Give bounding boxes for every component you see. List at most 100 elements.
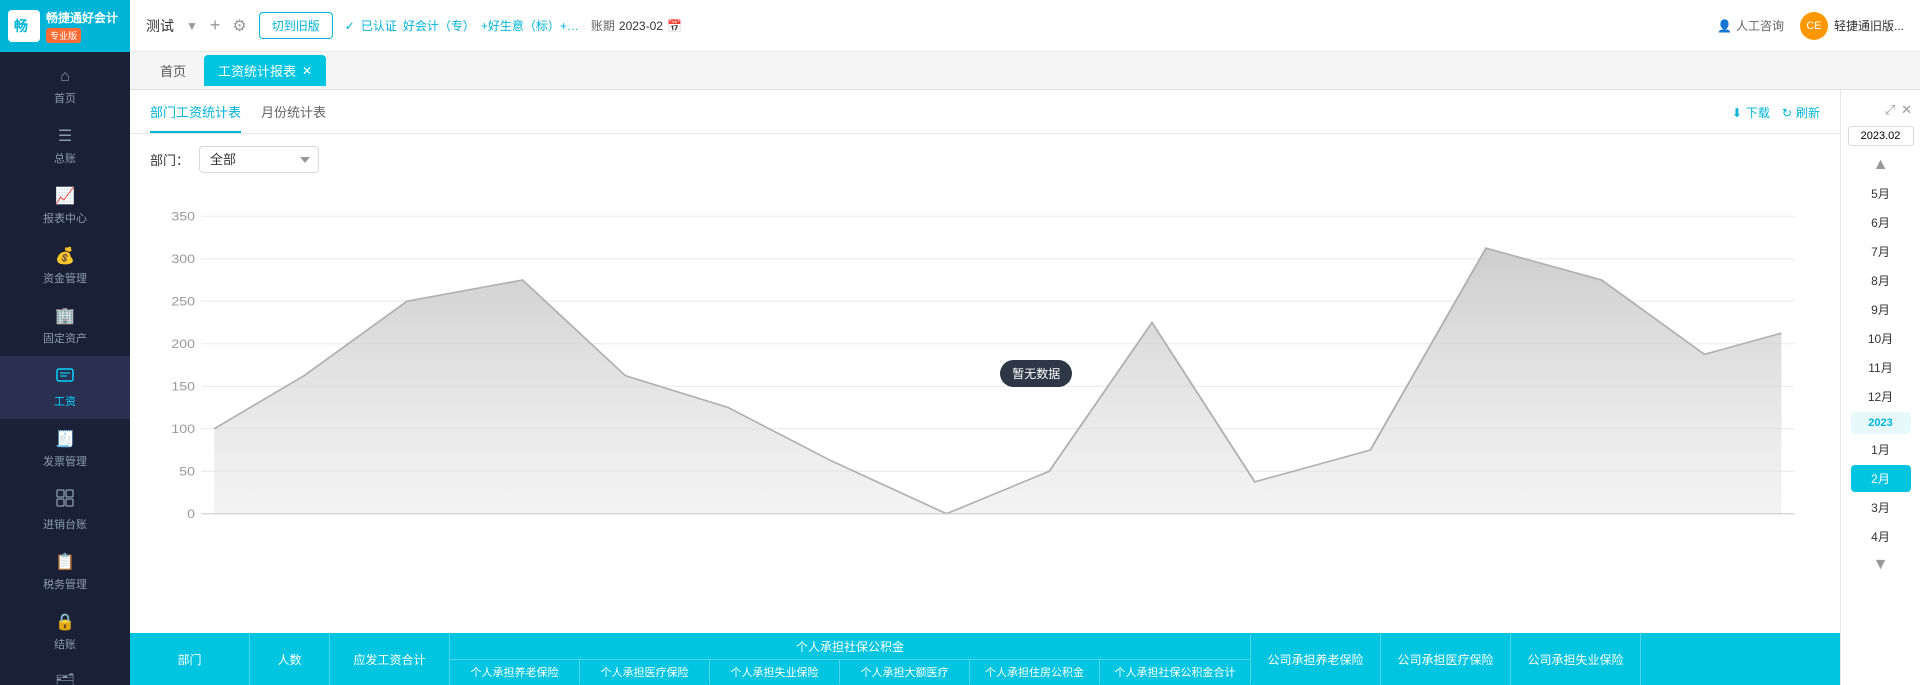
sidebar-item-tax[interactable]: 📋 税务管理 bbox=[0, 542, 130, 602]
user-name: 轻捷通旧版... bbox=[1834, 17, 1904, 34]
month-item[interactable]: 8月 bbox=[1851, 267, 1911, 294]
sidebar-item-label: 报表中心 bbox=[43, 210, 87, 226]
help-label: 人工咨询 bbox=[1736, 17, 1784, 34]
year-label: 2023 bbox=[1851, 412, 1911, 434]
user-menu[interactable]: CE 轻捷通旧版... bbox=[1800, 12, 1904, 40]
subtab-actions: ⬇ 下载 ↻ 刷新 bbox=[1732, 104, 1820, 131]
chart-svg: 350 300 250 200 150 100 50 0 bbox=[150, 195, 1820, 535]
help-icon: 👤 bbox=[1717, 19, 1732, 33]
month-item[interactable]: 3月 bbox=[1851, 494, 1911, 521]
period-label: 账期 bbox=[591, 17, 615, 34]
sidebar-item-fund-management[interactable]: 💰 资金管理 bbox=[0, 236, 130, 296]
panel-controls: ⤢ ✕ bbox=[1841, 98, 1920, 122]
right-panel: ⤢ ✕ ▲ 5月 6月 7月 8月 9月 10月 11月 12月 2023 1月… bbox=[1840, 90, 1920, 685]
sidebar-item-home[interactable]: ⌂ 首页 bbox=[0, 58, 130, 116]
company-dropdown-arrow[interactable]: ▼ bbox=[186, 19, 198, 33]
col-personal-pension: 个人承担养老保险 bbox=[450, 660, 580, 684]
month-item-active[interactable]: 2月 bbox=[1851, 465, 1911, 492]
topbar-settings-button[interactable]: ⚙ bbox=[232, 16, 246, 36]
col-personal-total: 个人承担社保公积金合计 bbox=[1100, 660, 1250, 684]
month-item[interactable]: 10月 bbox=[1851, 325, 1911, 352]
tab-home[interactable]: 首页 bbox=[146, 55, 200, 86]
calendar-icon[interactable]: 📅 bbox=[667, 19, 682, 33]
tax-icon: 📋 bbox=[55, 552, 75, 572]
col-group-personal: 个人承担社保公积金 个人承担养老保险 个人承担医疗保险 个人承担失业保险 bbox=[450, 634, 1251, 684]
sidebar-item-closing[interactable]: 🔒 结账 bbox=[0, 602, 130, 662]
expand-button[interactable]: ⤢ bbox=[1885, 102, 1895, 118]
svg-text:350: 350 bbox=[171, 210, 195, 224]
month-item[interactable]: 11月 bbox=[1851, 354, 1911, 381]
subtabs: 部门工资统计表 月份统计表 ⬇ 下载 ↻ 刷新 bbox=[130, 90, 1840, 134]
subtab-monthly-report[interactable]: 月份统计表 bbox=[261, 102, 326, 133]
sidebar-item-label: 进销台账 bbox=[43, 516, 87, 532]
sidebar-item-label: 税务管理 bbox=[43, 576, 87, 592]
sidebar-item-invoice[interactable]: 🧾 发票管理 bbox=[0, 419, 130, 479]
filter-toolbar: 部门： 全部 财务部 行政部 销售部 bbox=[130, 134, 1840, 185]
refresh-icon: ↻ bbox=[1782, 106, 1792, 120]
svg-text:50: 50 bbox=[179, 465, 195, 479]
payroll-icon bbox=[56, 366, 74, 389]
subtab-dept-report[interactable]: 部门工资统计表 bbox=[150, 102, 241, 133]
col-headcount: 人数 bbox=[250, 633, 330, 685]
sidebar-item-fixed-assets[interactable]: 🏢 固定资产 bbox=[0, 296, 130, 356]
logo-icon: 畅 bbox=[8, 10, 40, 42]
svg-text:250: 250 bbox=[171, 295, 195, 309]
sidebar-item-label: 工资 bbox=[54, 393, 76, 409]
report-icon: 📈 bbox=[55, 186, 75, 206]
sidebar-item-archive[interactable]: 🗂 归档管理 bbox=[0, 662, 130, 685]
svg-text:100: 100 bbox=[171, 422, 195, 436]
month-item[interactable]: 1月 bbox=[1851, 436, 1911, 463]
sidebar-item-report-center[interactable]: 📈 报表中心 bbox=[0, 176, 130, 236]
topbar: 测试 ▼ + ⚙ 切到旧版 ✓ 已认证 好会计（专） +好生意（标）+… 账期 … bbox=[130, 0, 1920, 52]
closing-icon: 🔒 bbox=[55, 612, 75, 632]
switch-version-button[interactable]: 切到旧版 bbox=[259, 12, 333, 39]
refresh-button[interactable]: ↻ 刷新 bbox=[1782, 104, 1820, 121]
col-personal-critical: 个人承担大额医疗 bbox=[840, 660, 970, 684]
period-value: 2023-02 bbox=[619, 19, 663, 33]
close-panel-button[interactable]: ✕ bbox=[1901, 102, 1912, 118]
dept-label: 部门： bbox=[150, 150, 189, 169]
tab-close-button[interactable]: ✕ bbox=[302, 64, 312, 78]
assets-icon: 🏢 bbox=[55, 306, 75, 326]
sidebar-nav: ⌂ 首页 ☰ 总账 📈 报表中心 💰 资金管理 🏢 固定资产 bbox=[0, 52, 130, 685]
scroll-down-button[interactable]: ▼ bbox=[1869, 552, 1893, 578]
toolbar-left: 部门： 全部 财务部 行政部 销售部 bbox=[150, 146, 319, 173]
dept-select[interactable]: 全部 财务部 行政部 销售部 bbox=[199, 146, 319, 173]
sidebar-item-payroll[interactable]: 工资 bbox=[0, 356, 130, 419]
certification-status: ✓ 已认证 好会计（专） +好生意（标）+… bbox=[345, 17, 579, 34]
month-item[interactable]: 4月 bbox=[1851, 523, 1911, 550]
svg-text:300: 300 bbox=[171, 252, 195, 266]
month-item[interactable]: 7月 bbox=[1851, 238, 1911, 265]
chart-area: 350 300 250 200 150 100 50 0 bbox=[130, 185, 1840, 633]
main-content: 测试 ▼ + ⚙ 切到旧版 ✓ 已认证 好会计（专） +好生意（标）+… 账期 … bbox=[130, 0, 1920, 685]
scroll-up-button[interactable]: ▲ bbox=[1869, 152, 1893, 178]
col-group-personal-cols: 个人承担养老保险 个人承担医疗保险 个人承担失业保险 个人承担大额医疗 个人承担 bbox=[450, 660, 1250, 684]
tab-payroll-report[interactable]: 工资统计报表 ✕ bbox=[204, 55, 326, 86]
col-total-salary: 应发工资合计 bbox=[330, 633, 450, 685]
col-personal-medical: 个人承担医疗保险 bbox=[580, 660, 710, 684]
svg-text:畅: 畅 bbox=[14, 18, 28, 34]
user-avatar: CE bbox=[1800, 12, 1828, 40]
home-icon: ⌂ bbox=[60, 68, 70, 86]
tab-bar: 首页 工资统计报表 ✕ bbox=[130, 52, 1920, 90]
month-item[interactable]: 9月 bbox=[1851, 296, 1911, 323]
month-item[interactable]: 5月 bbox=[1851, 180, 1911, 207]
sidebar-item-label: 首页 bbox=[54, 90, 76, 106]
fund-icon: 💰 bbox=[55, 246, 75, 266]
accounting-tags: +好生意（标）+… bbox=[481, 17, 579, 34]
table-header: 部门 人数 应发工资合计 个人承担社保公积金 个人承担养老保险 bbox=[130, 633, 1840, 685]
svg-text:200: 200 bbox=[171, 337, 195, 351]
month-item[interactable]: 12月 bbox=[1851, 383, 1911, 410]
chart-tooltip: 暂无数据 bbox=[1000, 360, 1072, 387]
content-main: 部门工资统计表 月份统计表 ⬇ 下载 ↻ 刷新 bbox=[130, 90, 1840, 685]
download-button[interactable]: ⬇ 下载 bbox=[1732, 104, 1770, 121]
help-button[interactable]: 👤 人工咨询 bbox=[1717, 17, 1784, 34]
add-button[interactable]: + bbox=[210, 15, 221, 36]
sidebar-logo: 畅 畅捷通好会计 专业版 bbox=[0, 0, 130, 52]
sidebar-item-general-ledger[interactable]: ☰ 总账 bbox=[0, 116, 130, 176]
month-item[interactable]: 6月 bbox=[1851, 209, 1911, 236]
date-input[interactable] bbox=[1848, 126, 1914, 146]
sidebar-item-purchase-sales[interactable]: 进销台账 bbox=[0, 479, 130, 542]
svg-text:150: 150 bbox=[171, 380, 195, 394]
sidebar-item-label: 发票管理 bbox=[43, 453, 87, 469]
